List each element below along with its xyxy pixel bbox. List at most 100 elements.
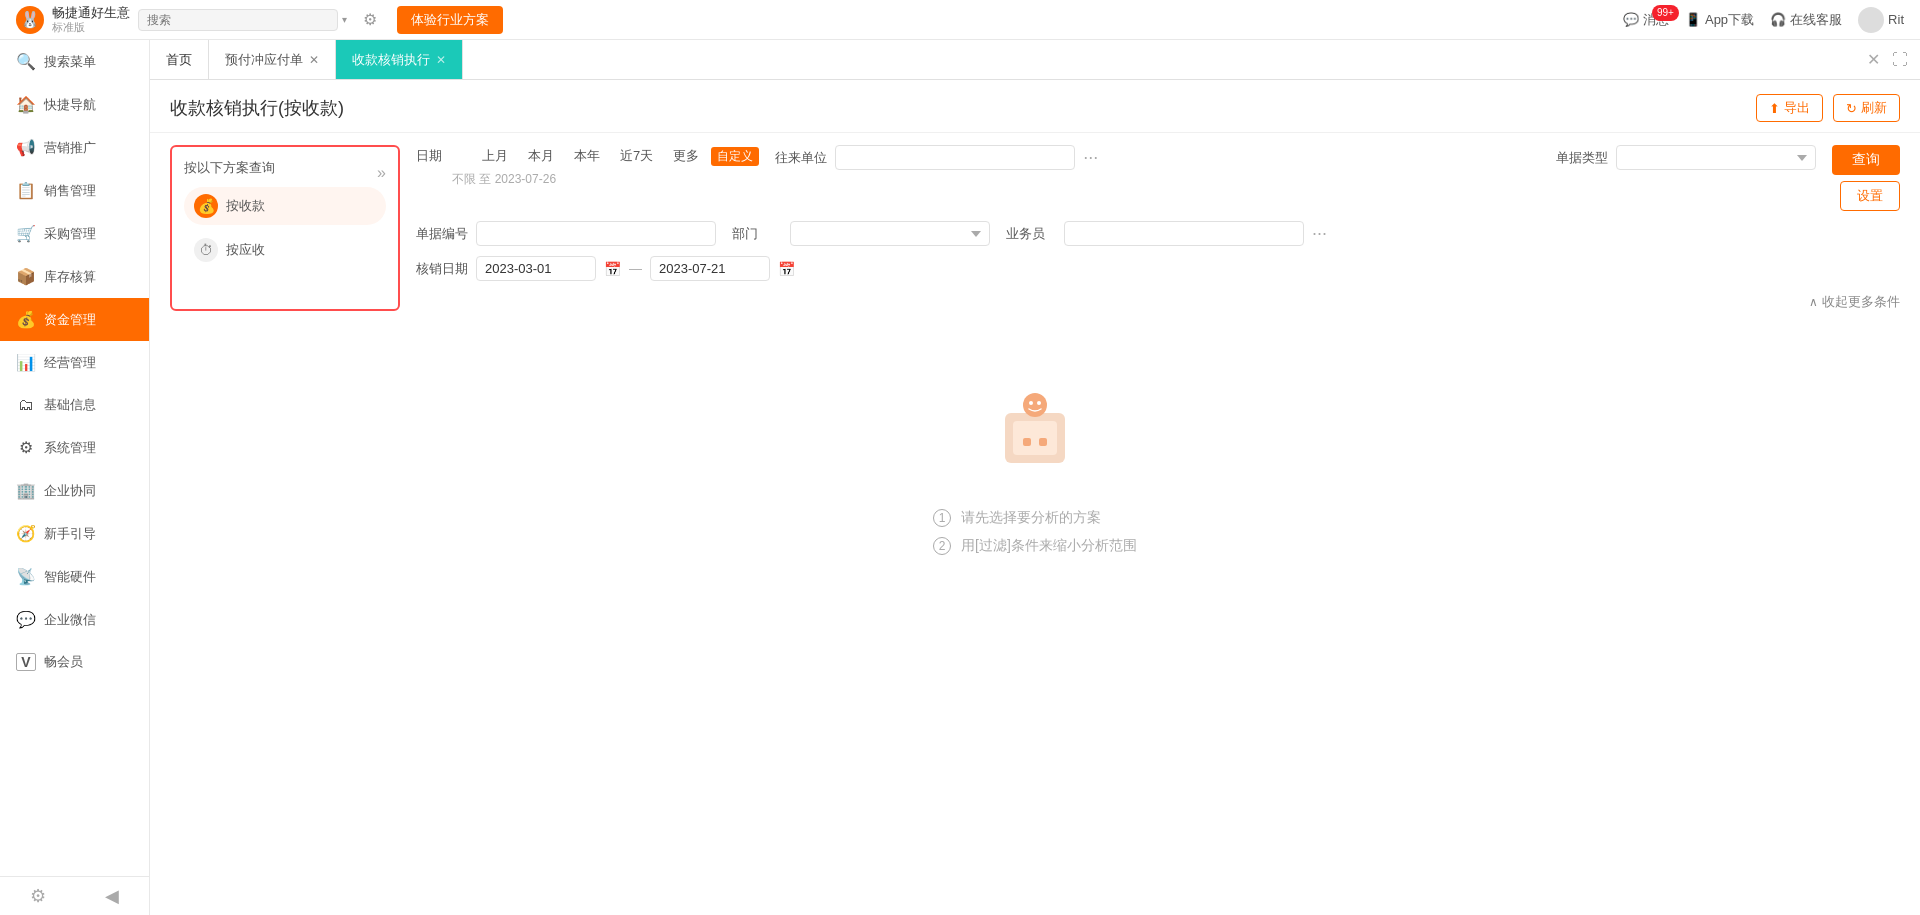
sidebar-item-corp[interactable]: 🏢 企业协同	[0, 469, 149, 512]
sales-icon: 📋	[16, 181, 36, 200]
service-button[interactable]: 🎧 在线客服	[1770, 11, 1842, 29]
sidebar-item-wechat[interactable]: 💬 企业微信	[0, 598, 149, 641]
date-custom-tag[interactable]: 自定义	[711, 147, 759, 166]
app-download-button[interactable]: 📱 App下载	[1685, 11, 1754, 29]
sidebar-item-member[interactable]: V 畅会员	[0, 641, 149, 683]
user-info[interactable]: Rit	[1858, 7, 1904, 33]
sidebar-item-inventory[interactable]: 📦 库存核算	[0, 255, 149, 298]
sidebar-label: 企业协同	[44, 482, 96, 500]
search-input[interactable]	[138, 9, 338, 31]
tab-close-all-icon[interactable]: ✕	[1867, 50, 1880, 69]
dept-label: 部门	[732, 225, 782, 243]
verify-date-start-input[interactable]	[476, 256, 596, 281]
tab-prepay-close-icon[interactable]: ✕	[309, 53, 319, 67]
tab-prepay[interactable]: 预付冲应付单 ✕	[209, 40, 336, 79]
tab-home[interactable]: 首页	[150, 40, 209, 79]
bottom-gear-icon[interactable]: ⚙	[30, 885, 46, 907]
filter-sidebar-collapse-icon[interactable]: »	[377, 164, 386, 182]
app-label: App下载	[1705, 11, 1754, 29]
top-bar-left: 🐰 畅捷通好生意 标准版 ▾ ⚙ 体验行业方案	[16, 5, 503, 34]
tab-receipt-verify[interactable]: 收款核销执行 ✕	[336, 40, 463, 79]
inventory-icon: 📦	[16, 267, 36, 286]
date-this-year-button[interactable]: 本年	[566, 145, 608, 167]
user-name: Rit	[1888, 12, 1904, 27]
svg-point-2	[1023, 393, 1047, 417]
empty-state: 1 请先选择要分析的方案 2 用[过滤]条件来缩小分析范围	[150, 323, 1920, 599]
tab-expand-icon[interactable]: ⛶	[1892, 51, 1908, 69]
collapse-more-button[interactable]: ∧ 收起更多条件	[1809, 293, 1900, 311]
sidebar-item-sales[interactable]: 📋 销售管理	[0, 169, 149, 212]
receivable-option-label: 按应收	[226, 241, 265, 259]
verify-date-end-calendar-icon[interactable]: 📅	[778, 261, 795, 277]
export-label: 导出	[1784, 99, 1810, 117]
svg-point-3	[1029, 401, 1033, 405]
partner-label: 往来单位	[775, 149, 827, 167]
sidebar-label: 快捷导航	[44, 96, 96, 114]
date-quick-buttons: 上月 本月 本年 近7天 更多 自定义	[474, 145, 759, 167]
refresh-button[interactable]: ↻ 刷新	[1833, 94, 1900, 122]
tab-bar: 首页 预付冲应付单 ✕ 收款核销执行 ✕ ✕ ⛶	[150, 40, 1920, 80]
filter-option-by-receipt[interactable]: 💰 按收款	[184, 187, 386, 225]
empty-illustration	[985, 383, 1085, 483]
verify-date-end-input[interactable]	[650, 256, 770, 281]
app-icon: 📱	[1685, 12, 1701, 27]
date-7days-button[interactable]: 近7天	[612, 145, 661, 167]
bill-no-label: 单据编号	[416, 225, 468, 243]
partner-dots[interactable]: ···	[1083, 147, 1098, 168]
date-last-month-button[interactable]: 上月	[474, 145, 516, 167]
salesman-label: 业务员	[1006, 225, 1056, 243]
system-icon: ⚙	[16, 438, 36, 457]
bill-no-input[interactable]	[476, 221, 716, 246]
date-this-month-button[interactable]: 本月	[520, 145, 562, 167]
page-header: 收款核销执行(按收款) ⬆ 导出 ↻ 刷新	[150, 80, 1920, 133]
sidebar-item-hardware[interactable]: 📡 智能硬件	[0, 555, 149, 598]
sidebar-label: 库存核算	[44, 268, 96, 286]
sidebar-label: 采购管理	[44, 225, 96, 243]
bill-type-select[interactable]	[1616, 145, 1816, 170]
sidebar-item-system[interactable]: ⚙ 系统管理	[0, 426, 149, 469]
filter-area: 按以下方案查询 » 💰 按收款 ⏱ 按应收	[150, 133, 1920, 323]
sidebar-label: 搜索菜单	[44, 53, 96, 71]
tab-bar-right: ✕ ⛶	[1855, 40, 1920, 79]
settings-button[interactable]: 设置	[1840, 181, 1900, 211]
sidebar-item-purchase[interactable]: 🛒 采购管理	[0, 212, 149, 255]
brand-name: 畅捷通好生意	[52, 5, 130, 21]
sidebar-item-finance[interactable]: 💰 资金管理	[0, 298, 149, 341]
sidebar-item-quicknav[interactable]: 🏠 快捷导航	[0, 83, 149, 126]
page-title: 收款核销执行(按收款)	[170, 96, 344, 120]
partner-input[interactable]	[835, 145, 1075, 170]
gear-icon[interactable]: ⚙	[363, 10, 377, 29]
filter-option-by-receivable[interactable]: ⏱ 按应收	[184, 231, 386, 269]
date-more-button[interactable]: 更多	[665, 145, 707, 167]
sidebar-label: 营销推广	[44, 139, 96, 157]
sidebar-item-basic[interactable]: 🗂 基础信息	[0, 384, 149, 426]
service-icon: 🎧	[1770, 12, 1786, 27]
tab-receipt-verify-close-icon[interactable]: ✕	[436, 53, 446, 67]
sidebar-item-search[interactable]: 🔍 搜索菜单	[0, 40, 149, 83]
receipt-option-label: 按收款	[226, 197, 265, 215]
filter-sidebar-title: 按以下方案查询	[184, 159, 275, 177]
avatar	[1858, 7, 1884, 33]
basic-icon: 🗂	[16, 396, 36, 414]
solution-button[interactable]: 体验行业方案	[397, 6, 503, 34]
search-icon: 🔍	[16, 52, 36, 71]
salesman-dots[interactable]: ···	[1312, 223, 1327, 244]
refresh-label: 刷新	[1861, 99, 1887, 117]
query-button[interactable]: 查询	[1832, 145, 1900, 175]
message-icon: 💬	[1623, 12, 1639, 27]
svg-point-4	[1037, 401, 1041, 405]
export-button[interactable]: ⬆ 导出	[1756, 94, 1823, 122]
message-button[interactable]: 💬 消息 99+	[1623, 11, 1669, 29]
sidebar-collapse-icon[interactable]: ◀	[105, 885, 119, 907]
sidebar-item-business[interactable]: 📊 经营管理	[0, 341, 149, 384]
date-separator: —	[629, 261, 642, 276]
sidebar-bottom: ⚙ ◀	[0, 876, 149, 915]
verify-date-start-calendar-icon[interactable]: 📅	[604, 261, 621, 277]
finance-icon: 💰	[16, 310, 36, 329]
dept-select[interactable]	[790, 221, 990, 246]
tab-home-label: 首页	[166, 51, 192, 69]
sidebar-item-marketing[interactable]: 📢 营销推广	[0, 126, 149, 169]
sidebar-item-guide[interactable]: 🧭 新手引导	[0, 512, 149, 555]
salesman-input[interactable]	[1064, 221, 1304, 246]
wechat-icon: 💬	[16, 610, 36, 629]
